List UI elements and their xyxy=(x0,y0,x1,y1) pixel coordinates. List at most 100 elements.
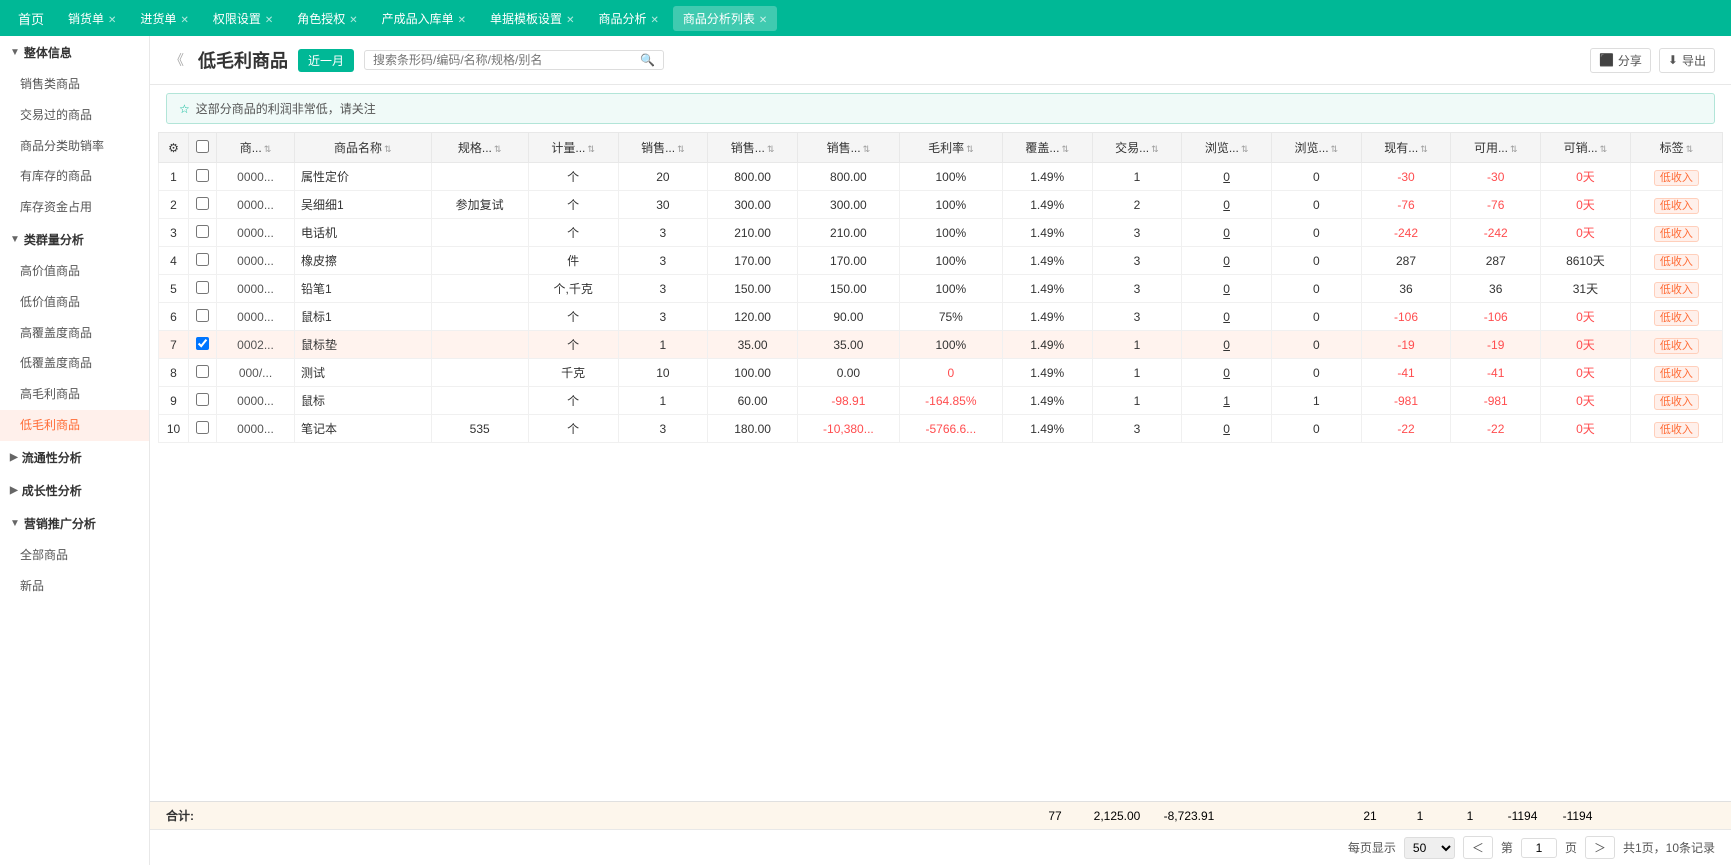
cell-checkbox[interactable] xyxy=(189,163,217,191)
close-icon[interactable]: ✕ xyxy=(650,15,658,26)
cell-views1[interactable]: 0 xyxy=(1182,415,1272,443)
col-sales-price[interactable]: 销售...⇅ xyxy=(708,133,798,163)
cell-name[interactable]: 鼠标1 xyxy=(295,303,432,331)
cell-tag[interactable]: 低收入 xyxy=(1630,163,1722,191)
collapse-sidebar-button[interactable]: 《 xyxy=(166,46,188,74)
col-available[interactable]: 可用...⇅ xyxy=(1451,133,1541,163)
cell-checkbox[interactable] xyxy=(189,331,217,359)
nav-home[interactable]: 首页 xyxy=(8,5,54,32)
col-views1[interactable]: 浏览...⇅ xyxy=(1182,133,1272,163)
row-checkbox[interactable] xyxy=(196,169,209,182)
sidebar-item-stock-capital[interactable]: 库存资金占用 xyxy=(0,192,149,223)
col-spec[interactable]: 规格...⇅ xyxy=(431,133,528,163)
close-icon[interactable]: ✕ xyxy=(566,15,574,26)
row-checkbox[interactable] xyxy=(196,309,209,322)
cell-tag[interactable]: 低收入 xyxy=(1630,275,1722,303)
col-sales-amount[interactable]: 销售...⇅ xyxy=(797,133,899,163)
select-all-checkbox[interactable] xyxy=(196,140,209,153)
sidebar-item-high-margin[interactable]: 高毛利商品 xyxy=(0,379,149,410)
col-name[interactable]: 商品名称⇅ xyxy=(295,133,432,163)
sidebar-item-high-coverage[interactable]: 高覆盖度商品 xyxy=(0,318,149,349)
cell-views1[interactable]: 0 xyxy=(1182,247,1272,275)
col-tag[interactable]: 标签⇅ xyxy=(1630,133,1722,163)
sidebar-group-cluster[interactable]: ▼ 类群量分析 xyxy=(0,223,149,256)
nav-role[interactable]: 角色授权✕ xyxy=(287,6,367,31)
close-icon[interactable]: ✕ xyxy=(458,15,466,26)
cell-name[interactable]: 属性定价 xyxy=(295,163,432,191)
col-saleable[interactable]: 可销...⇅ xyxy=(1541,133,1631,163)
col-unit[interactable]: 计量...⇅ xyxy=(528,133,618,163)
row-checkbox[interactable] xyxy=(196,197,209,210)
next-page-button[interactable]: ＞ xyxy=(1585,836,1615,859)
page-number-input[interactable] xyxy=(1521,838,1557,858)
sidebar-group-overall[interactable]: ▼ 整体信息 xyxy=(0,36,149,69)
cell-tag[interactable]: 低收入 xyxy=(1630,219,1722,247)
cell-tag[interactable]: 低收入 xyxy=(1630,359,1722,387)
cell-checkbox[interactable] xyxy=(189,275,217,303)
col-coverage[interactable]: 覆盖...⇅ xyxy=(1002,133,1092,163)
nav-product-analysis-list[interactable]: 商品分析列表✕ xyxy=(673,6,777,31)
cell-views1[interactable]: 0 xyxy=(1182,331,1272,359)
sidebar-item-all-goods[interactable]: 全部商品 xyxy=(0,540,149,571)
date-filter-button[interactable]: 近一月 xyxy=(298,49,354,72)
sidebar-item-low-value[interactable]: 低价值商品 xyxy=(0,287,149,318)
cell-name[interactable]: 铅笔1 xyxy=(295,275,432,303)
search-icon[interactable]: 🔍 xyxy=(640,53,655,67)
cell-name[interactable]: 电话机 xyxy=(295,219,432,247)
col-gross-margin[interactable]: 毛利率⇅ xyxy=(899,133,1002,163)
sidebar-item-high-value[interactable]: 高价值商品 xyxy=(0,256,149,287)
cell-name[interactable]: 吴细细1 xyxy=(295,191,432,219)
cell-tag[interactable]: 低收入 xyxy=(1630,191,1722,219)
sidebar-item-low-margin[interactable]: 低毛利商品 xyxy=(0,410,149,441)
cell-checkbox[interactable] xyxy=(189,303,217,331)
sidebar-item-stock-goods[interactable]: 有库存的商品 xyxy=(0,161,149,192)
col-sales-qty[interactable]: 销售...⇅ xyxy=(618,133,708,163)
search-box[interactable]: 🔍 xyxy=(364,50,664,70)
cell-checkbox[interactable] xyxy=(189,219,217,247)
nav-template[interactable]: 单据模板设置✕ xyxy=(480,6,584,31)
row-checkbox[interactable] xyxy=(196,281,209,294)
cell-views1[interactable]: 0 xyxy=(1182,359,1272,387)
nav-product-analysis[interactable]: 商品分析✕ xyxy=(588,6,668,31)
close-icon[interactable]: ✕ xyxy=(180,15,188,26)
col-views2[interactable]: 浏览...⇅ xyxy=(1271,133,1361,163)
cell-tag[interactable]: 低收入 xyxy=(1630,303,1722,331)
nav-finished-goods[interactable]: 产成品入库单✕ xyxy=(372,6,476,31)
cell-tag[interactable]: 低收入 xyxy=(1630,331,1722,359)
close-icon[interactable]: ✕ xyxy=(265,15,273,26)
row-checkbox[interactable] xyxy=(196,337,209,350)
sidebar-group-marketing[interactable]: ▼ 营销推广分析 xyxy=(0,507,149,540)
sidebar-item-category-rate[interactable]: 商品分类助销率 xyxy=(0,131,149,162)
row-checkbox[interactable] xyxy=(196,421,209,434)
row-checkbox[interactable] xyxy=(196,393,209,406)
cell-views1[interactable]: 0 xyxy=(1182,163,1272,191)
cell-tag[interactable]: 低收入 xyxy=(1630,415,1722,443)
col-trade[interactable]: 交易...⇅ xyxy=(1092,133,1182,163)
cell-name[interactable]: 鼠标垫 xyxy=(295,331,432,359)
row-checkbox[interactable] xyxy=(196,225,209,238)
row-checkbox[interactable] xyxy=(196,253,209,266)
cell-checkbox[interactable] xyxy=(189,387,217,415)
search-input[interactable] xyxy=(373,53,636,67)
prev-page-button[interactable]: ＜ xyxy=(1463,836,1493,859)
cell-checkbox[interactable] xyxy=(189,359,217,387)
cell-tag[interactable]: 低收入 xyxy=(1630,247,1722,275)
cell-name[interactable]: 笔记本 xyxy=(295,415,432,443)
cell-views1[interactable]: 0 xyxy=(1182,303,1272,331)
row-checkbox[interactable] xyxy=(196,365,209,378)
col-current[interactable]: 现有...⇅ xyxy=(1361,133,1451,163)
sidebar-item-traded-goods[interactable]: 交易过的商品 xyxy=(0,100,149,131)
cell-views1[interactable]: 0 xyxy=(1182,191,1272,219)
cell-views1[interactable]: 1 xyxy=(1182,387,1272,415)
cell-name[interactable]: 鼠标 xyxy=(295,387,432,415)
cell-name[interactable]: 测试 xyxy=(295,359,432,387)
cell-tag[interactable]: 低收入 xyxy=(1630,387,1722,415)
nav-sales-order[interactable]: 销货单✕ xyxy=(58,6,126,31)
col-settings[interactable]: ⚙ xyxy=(159,133,189,163)
sidebar-item-low-coverage[interactable]: 低覆盖度商品 xyxy=(0,348,149,379)
nav-permission[interactable]: 权限设置✕ xyxy=(203,6,283,31)
cell-checkbox[interactable] xyxy=(189,247,217,275)
cell-views1[interactable]: 0 xyxy=(1182,219,1272,247)
col-code[interactable]: 商...⇅ xyxy=(217,133,295,163)
sidebar-item-sales-goods[interactable]: 销售类商品 xyxy=(0,69,149,100)
